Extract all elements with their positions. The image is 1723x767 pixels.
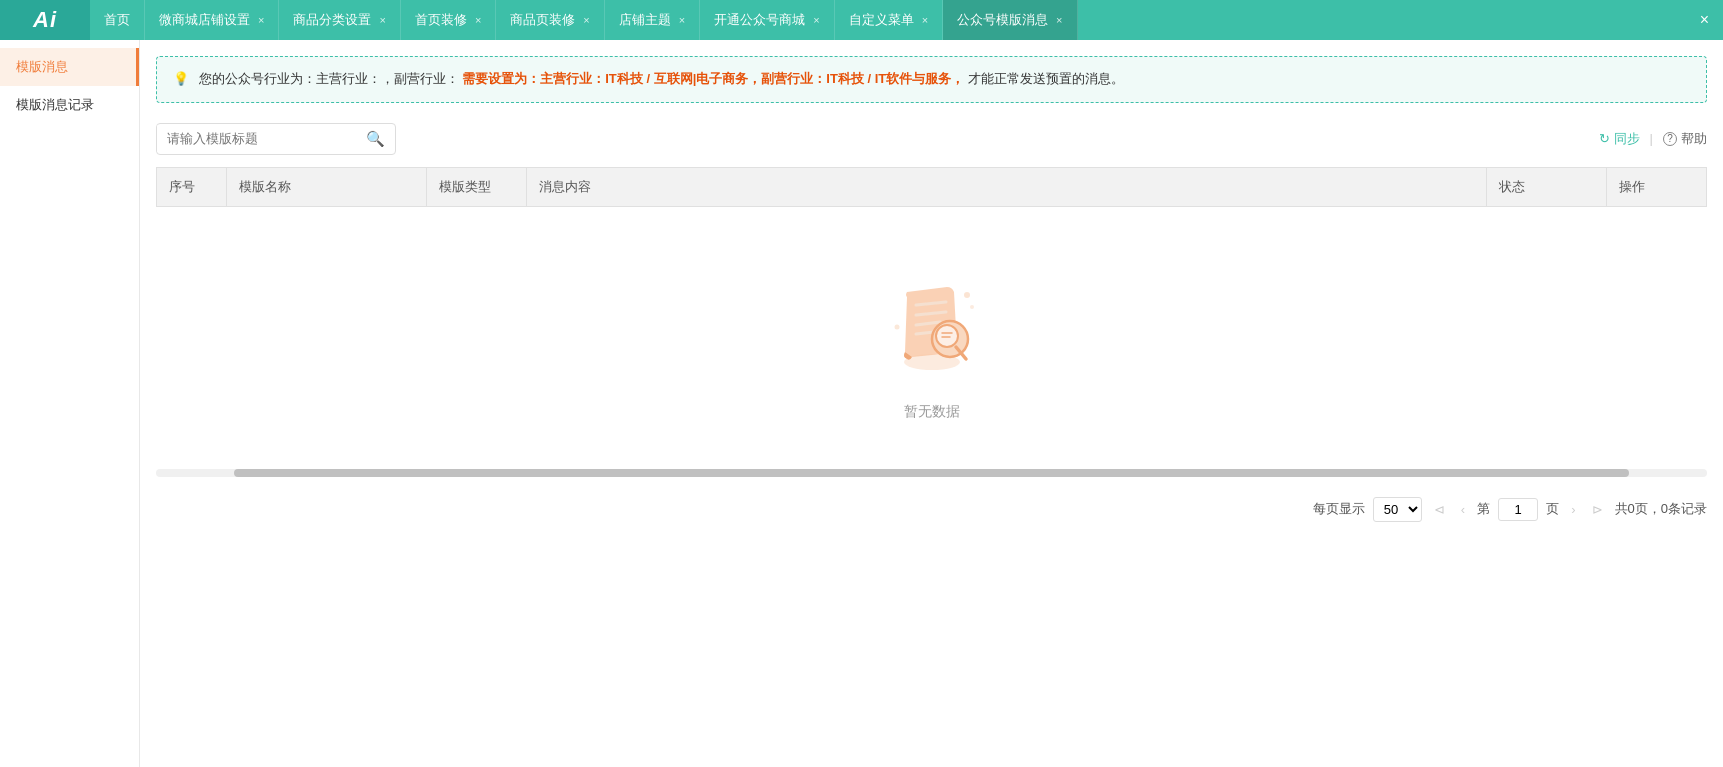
page-number-input[interactable] xyxy=(1498,498,1538,521)
empty-text: 暂无数据 xyxy=(904,403,960,421)
svg-point-10 xyxy=(964,292,970,298)
next-page-button[interactable]: › xyxy=(1567,500,1579,519)
notice-icon: 💡 xyxy=(173,71,189,86)
toolbar-divider: | xyxy=(1650,131,1653,146)
scrollbar-thumb[interactable] xyxy=(234,469,1630,477)
col-header-type: 模版类型 xyxy=(427,167,527,206)
global-close-button[interactable]: × xyxy=(1686,11,1723,29)
table-header-row: 序号 模版名称 模版类型 消息内容 状态 操作 xyxy=(157,167,1707,206)
tab-category[interactable]: 商品分类设置 × xyxy=(279,0,400,40)
help-icon: ? xyxy=(1663,132,1677,146)
main-content: 💡 您的公众号行业为：主营行业：，副营行业： 需要设置为：主营行业：IT科技 /… xyxy=(140,40,1723,767)
col-header-content: 消息内容 xyxy=(527,167,1487,206)
horizontal-scrollbar[interactable] xyxy=(156,469,1707,477)
page-label-post: 页 xyxy=(1546,500,1559,518)
close-tab-theme[interactable]: × xyxy=(679,14,685,26)
search-input[interactable] xyxy=(157,125,356,152)
close-tab-homepage[interactable]: × xyxy=(475,14,481,26)
sync-button[interactable]: ↻ 同步 xyxy=(1599,130,1640,148)
close-tab-wechatshop[interactable]: × xyxy=(813,14,819,26)
empty-row: 暂无数据 xyxy=(157,206,1707,461)
nav-tabs: 首页 微商城店铺设置 × 商品分类设置 × 首页装修 × 商品页装修 × 店铺主… xyxy=(90,0,1686,40)
col-header-index: 序号 xyxy=(157,167,227,206)
svg-point-12 xyxy=(894,324,899,329)
tab-productpage[interactable]: 商品页装修 × xyxy=(496,0,604,40)
first-page-button[interactable]: ⊲ xyxy=(1430,500,1449,519)
tab-weshop[interactable]: 微商城店铺设置 × xyxy=(145,0,279,40)
last-page-button[interactable]: ⊳ xyxy=(1588,500,1607,519)
close-tab-weshop[interactable]: × xyxy=(258,14,264,26)
search-button[interactable]: 🔍 xyxy=(356,124,395,154)
page-size-select[interactable]: 50 xyxy=(1373,497,1422,522)
search-icon: 🔍 xyxy=(366,130,385,147)
svg-point-11 xyxy=(970,305,974,309)
close-tab-templatemsg[interactable]: × xyxy=(1056,14,1062,26)
prev-page-button[interactable]: ‹ xyxy=(1457,500,1469,519)
empty-illustration xyxy=(872,267,992,387)
close-tab-custommenu[interactable]: × xyxy=(922,14,928,26)
tab-home[interactable]: 首页 xyxy=(90,0,145,40)
toolbar-right: ↻ 同步 | ? 帮助 xyxy=(1599,130,1707,148)
close-tab-category[interactable]: × xyxy=(379,14,385,26)
industry-notice: 💡 您的公众号行业为：主营行业：，副营行业： 需要设置为：主营行业：IT科技 /… xyxy=(156,56,1707,103)
col-header-action: 操作 xyxy=(1607,167,1707,206)
tab-homepage[interactable]: 首页装修 × xyxy=(401,0,496,40)
toolbar: 🔍 ↻ 同步 | ? 帮助 xyxy=(156,123,1707,155)
top-navigation: Ai 首页 微商城店铺设置 × 商品分类设置 × 首页装修 × 商品页装修 × … xyxy=(0,0,1723,40)
sidebar-item-template-log[interactable]: 模版消息记录 xyxy=(0,86,139,124)
col-header-name: 模版名称 xyxy=(227,167,427,206)
empty-state: 暂无数据 xyxy=(157,207,1707,461)
page-label-pre: 第 xyxy=(1477,500,1490,518)
search-area: 🔍 xyxy=(156,123,396,155)
sidebar: 模版消息 模版消息记录 xyxy=(0,40,140,767)
help-button[interactable]: ? 帮助 xyxy=(1663,130,1707,148)
sync-icon: ↻ xyxy=(1599,131,1610,146)
col-header-status: 状态 xyxy=(1487,167,1607,206)
svg-line-4 xyxy=(916,332,934,334)
sidebar-item-template-msg[interactable]: 模版消息 xyxy=(0,48,139,86)
tab-theme[interactable]: 店铺主题 × xyxy=(605,0,700,40)
svg-point-6 xyxy=(936,325,958,347)
total-label: 共0页，0条记录 xyxy=(1615,500,1707,518)
tab-wechatshop[interactable]: 开通公众号商城 × xyxy=(700,0,834,40)
tab-templatemsg[interactable]: 公众号模版消息 × xyxy=(943,0,1077,40)
page-size-label: 每页显示 xyxy=(1313,500,1365,518)
app-logo: Ai xyxy=(0,0,90,40)
data-table: 序号 模版名称 模版类型 消息内容 状态 操作 xyxy=(156,167,1707,461)
main-layout: 模版消息 模版消息记录 💡 您的公众号行业为：主营行业：，副营行业： 需要设置为… xyxy=(0,40,1723,767)
close-tab-productpage[interactable]: × xyxy=(583,14,589,26)
pagination: 每页显示 50 ⊲ ‹ 第 页 › ⊳ 共0页，0条记录 xyxy=(156,485,1707,522)
tab-custommenu[interactable]: 自定义菜单 × xyxy=(835,0,943,40)
